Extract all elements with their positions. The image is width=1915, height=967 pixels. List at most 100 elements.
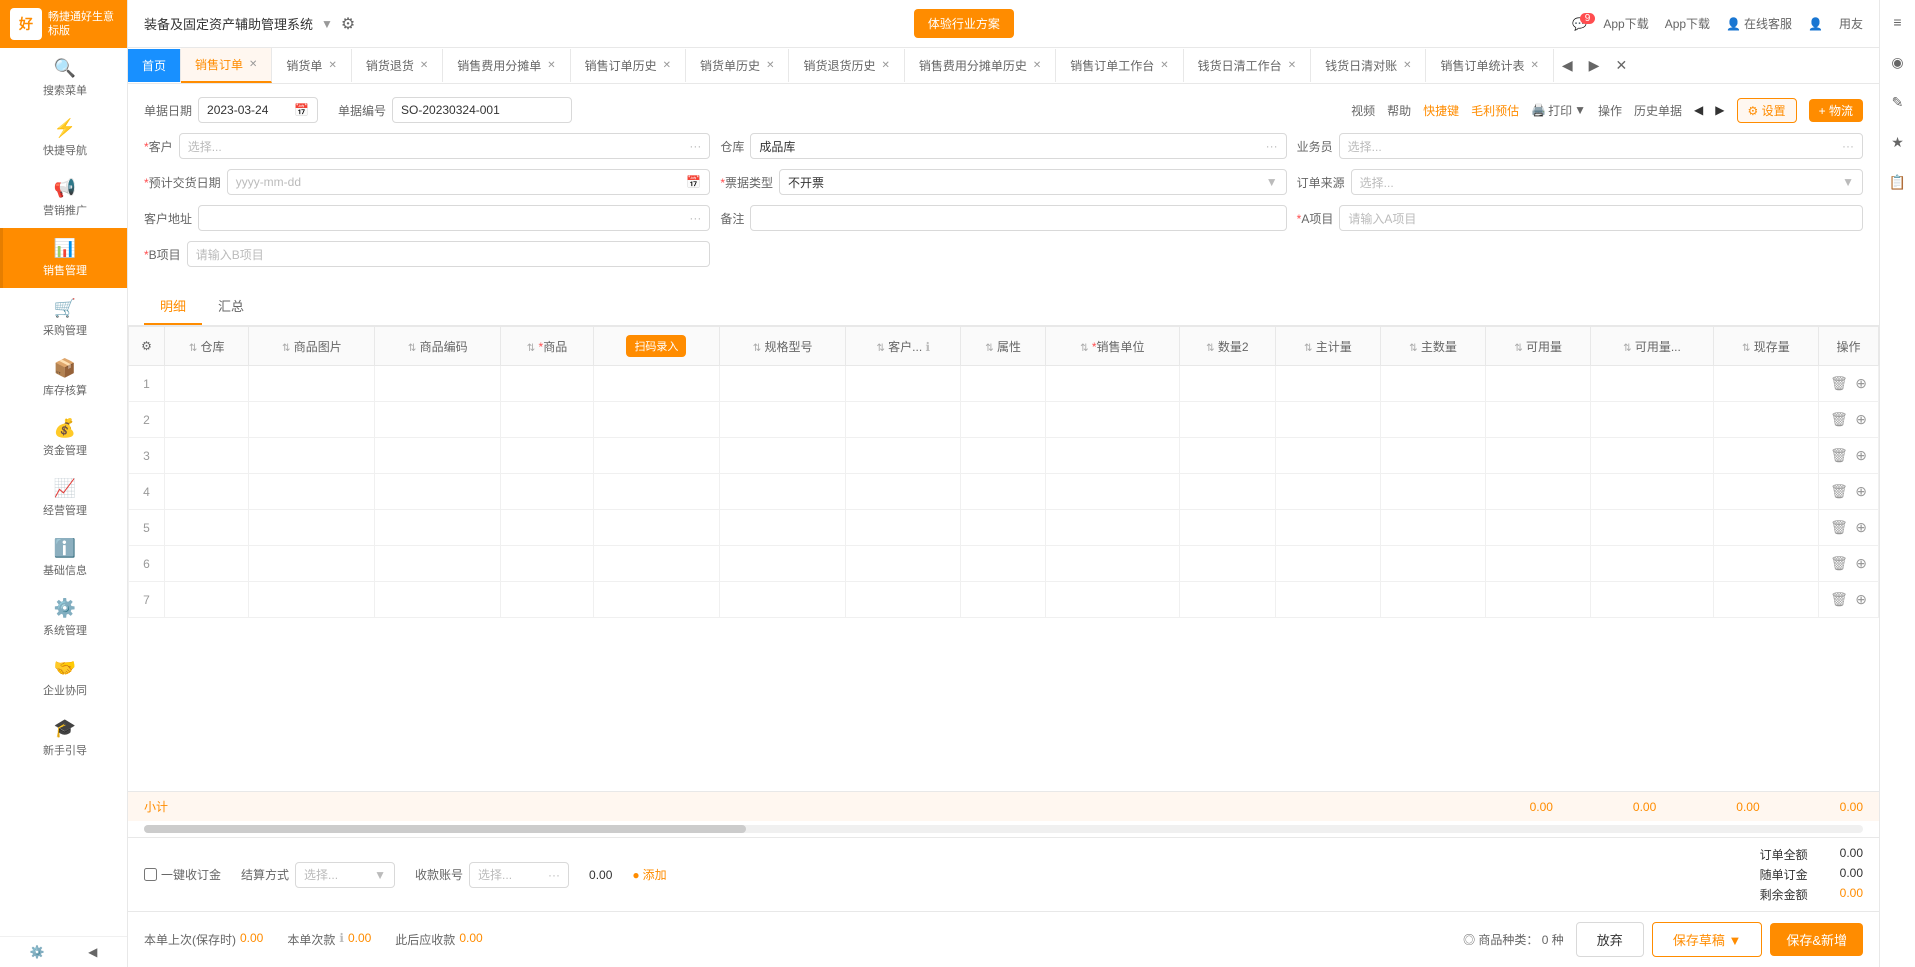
last-lower-info-icon[interactable]: ℹ xyxy=(339,931,344,948)
row-2-available2[interactable] xyxy=(1591,402,1713,438)
row-4-quantity2[interactable] xyxy=(1179,474,1275,510)
app-download-link[interactable]: App下载 xyxy=(1603,15,1648,32)
operate-btn[interactable]: 操作 xyxy=(1598,102,1622,119)
sort-current-stock[interactable]: ⇅ xyxy=(1742,343,1750,354)
row-5-main-unit[interactable] xyxy=(1275,510,1380,546)
tab-reconcile[interactable]: 钱货日清对账 ✕ xyxy=(1311,49,1426,82)
salesperson-input[interactable]: 选择... ··· xyxy=(1339,133,1863,159)
row-4-delete-icon[interactable]: 🗑 xyxy=(1830,483,1848,499)
row-5-spec[interactable] xyxy=(720,510,846,546)
row-1-warehouse[interactable] xyxy=(165,366,249,402)
row-1-customer-code[interactable] xyxy=(846,366,961,402)
row-1-main-qty[interactable] xyxy=(1380,366,1485,402)
sort-customer-code[interactable]: ⇅ xyxy=(876,343,884,354)
sidebar-item-basic-info[interactable]: ℹ️ 基础信息 xyxy=(0,528,127,588)
row-4-available[interactable] xyxy=(1486,474,1591,510)
row-3-current-stock[interactable] xyxy=(1713,438,1818,474)
sort-sales-unit[interactable]: ⇅ xyxy=(1080,343,1088,354)
row-5-current-stock[interactable] xyxy=(1713,510,1818,546)
row-1-quantity2[interactable] xyxy=(1179,366,1275,402)
row-4-main-qty[interactable] xyxy=(1380,474,1485,510)
invoice-type-select[interactable]: 不开票 ▼ xyxy=(779,169,1287,195)
row-6-copy-icon[interactable]: ⊕ xyxy=(1855,555,1867,571)
row-3-spec[interactable] xyxy=(720,438,846,474)
row-7-main-qty[interactable] xyxy=(1380,582,1485,618)
discard-button[interactable]: 放弃 xyxy=(1576,922,1644,957)
row-7-main-unit[interactable] xyxy=(1275,582,1380,618)
row-1-available[interactable] xyxy=(1486,366,1591,402)
tab-home[interactable]: 首页 xyxy=(128,49,181,82)
tab-close-sales-order[interactable]: ✕ xyxy=(249,59,257,70)
row-4-product-image[interactable] xyxy=(249,474,375,510)
scan-btn[interactable]: 扫码录入 xyxy=(626,335,686,357)
sort-available2[interactable]: ⇅ xyxy=(1623,343,1631,354)
row-4-customer-code[interactable] xyxy=(846,474,961,510)
sort-spec[interactable]: ⇅ xyxy=(753,343,761,354)
tab-sales-order[interactable]: 销售订单 ✕ xyxy=(181,48,272,83)
account-select[interactable]: 选择... ··· xyxy=(469,862,569,888)
sort-product-name[interactable]: ⇅ xyxy=(527,343,535,354)
sidebar-item-guide[interactable]: 🎓 新手引导 xyxy=(0,708,127,768)
row-3-sales-unit[interactable] xyxy=(1045,438,1179,474)
row-3-available2[interactable] xyxy=(1591,438,1713,474)
tab-nav-left[interactable]: ◀ xyxy=(1554,53,1581,78)
sidebar-item-finance[interactable]: 💰 资金管理 xyxy=(0,408,127,468)
right-panel-btn-5[interactable]: 📋 xyxy=(1884,168,1912,196)
address-dots[interactable]: ··· xyxy=(689,211,701,225)
order-source-input[interactable]: 选择... ▼ xyxy=(1351,169,1863,195)
row-5-available[interactable] xyxy=(1486,510,1591,546)
row-6-product-code[interactable] xyxy=(375,546,501,582)
tab-workbench[interactable]: 销售订单工作台 ✕ xyxy=(1056,49,1183,82)
sidebar-item-purchase[interactable]: 🛒 采购管理 xyxy=(0,288,127,348)
row-5-product-code[interactable] xyxy=(375,510,501,546)
circle-icon[interactable]: ◎ xyxy=(1463,933,1475,947)
delivery-date-input[interactable]: yyyy-mm-dd 📅 xyxy=(227,169,711,195)
row-7-copy-icon[interactable]: ⊕ xyxy=(1855,591,1867,607)
right-panel-btn-4[interactable]: ★ xyxy=(1884,128,1912,156)
row-1-available2[interactable] xyxy=(1591,366,1713,402)
settings-button[interactable]: ⚙ 设置 xyxy=(1737,98,1797,123)
row-5-product-name[interactable] xyxy=(501,510,594,546)
row-6-delete-icon[interactable]: 🗑 xyxy=(1830,555,1848,571)
tab-close-invoice-history[interactable]: ✕ xyxy=(766,60,774,71)
print-btn[interactable]: 🖨️ 打印 ▼ xyxy=(1531,102,1586,119)
notification-icon[interactable]: 💬 9 xyxy=(1572,17,1587,31)
tab-close-return[interactable]: ✕ xyxy=(420,60,428,71)
one-click-deposit-field[interactable]: 一键收订金 xyxy=(144,866,221,883)
row-2-warehouse[interactable] xyxy=(165,402,249,438)
col-header-settings[interactable]: ⚙ xyxy=(129,327,165,366)
row-6-current-stock[interactable] xyxy=(1713,546,1818,582)
row-5-delete-icon[interactable]: 🗑 xyxy=(1830,519,1848,535)
save-draft-button[interactable]: 保存草稿 ▼ xyxy=(1652,922,1763,957)
tab-invoice-history[interactable]: 销货单历史 ✕ xyxy=(686,49,789,82)
tab-close-reconcile[interactable]: ✕ xyxy=(1403,60,1411,71)
customer-input[interactable]: 选择... ··· xyxy=(179,133,711,159)
tab-close-workbench[interactable]: ✕ xyxy=(1160,60,1168,71)
row-1-product-code[interactable] xyxy=(375,366,501,402)
row-7-product-name[interactable] xyxy=(501,582,594,618)
row-3-product-code[interactable] xyxy=(375,438,501,474)
customer-code-info-icon[interactable]: ℹ xyxy=(926,340,931,354)
sort-attributes[interactable]: ⇅ xyxy=(985,343,993,354)
tab-nav-expand[interactable]: ✕ xyxy=(1607,53,1635,78)
row-5-copy-icon[interactable]: ⊕ xyxy=(1855,519,1867,535)
shortcut-btn[interactable]: 快捷键 xyxy=(1423,102,1459,119)
tab-stats[interactable]: 销售订单统计表 ✕ xyxy=(1426,49,1553,82)
date-input[interactable]: 2023-03-24 📅 xyxy=(198,97,318,123)
row-4-spec[interactable] xyxy=(720,474,846,510)
row-7-product-code[interactable] xyxy=(375,582,501,618)
tab-daily-workbench[interactable]: 钱货日清工作台 ✕ xyxy=(1184,49,1311,82)
tab-expense[interactable]: 销售费用分摊单 ✕ xyxy=(443,49,570,82)
row-3-available[interactable] xyxy=(1486,438,1591,474)
sort-quantity2[interactable]: ⇅ xyxy=(1206,343,1214,354)
row-2-copy-icon[interactable]: ⊕ xyxy=(1855,411,1867,427)
row-3-main-unit[interactable] xyxy=(1275,438,1380,474)
row-6-main-unit[interactable] xyxy=(1275,546,1380,582)
row-4-current-stock[interactable] xyxy=(1713,474,1818,510)
tab-close-expense-history[interactable]: ✕ xyxy=(1033,60,1041,71)
tab-return[interactable]: 销货退货 ✕ xyxy=(352,49,443,82)
row-1-main-unit[interactable] xyxy=(1275,366,1380,402)
warehouse-input[interactable]: 成品库 ··· xyxy=(750,133,1286,159)
sort-product-image[interactable]: ⇅ xyxy=(282,343,290,354)
row-5-warehouse[interactable] xyxy=(165,510,249,546)
